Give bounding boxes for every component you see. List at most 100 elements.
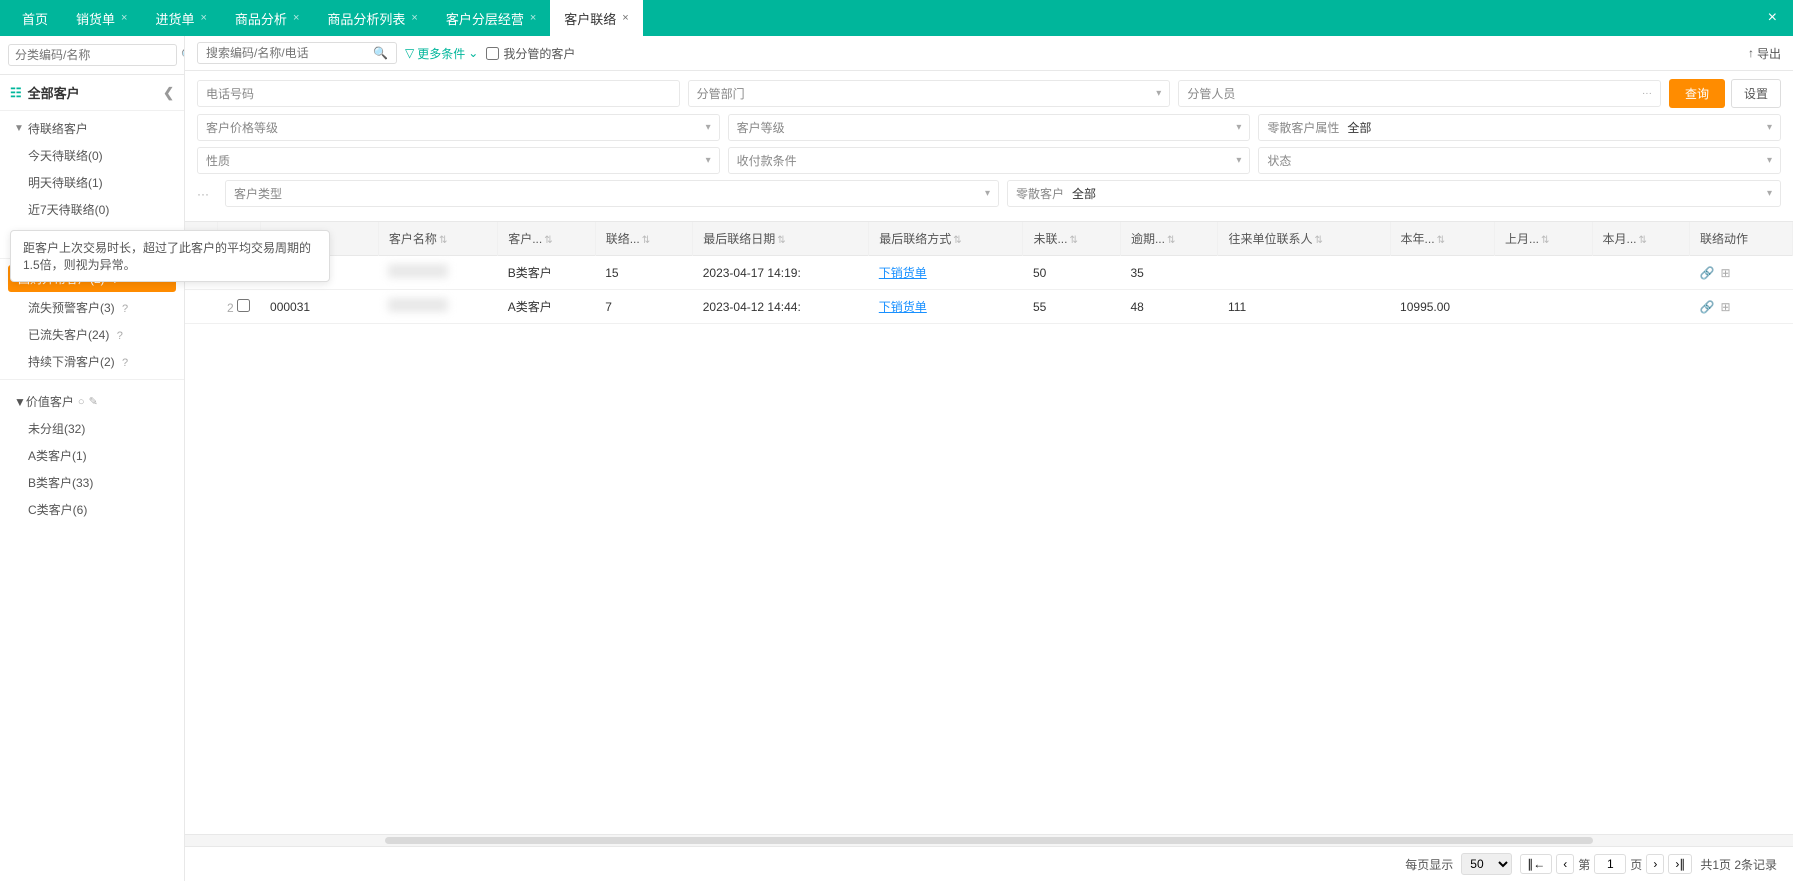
page-input[interactable] (1594, 854, 1626, 874)
sidebar-item-ungroup[interactable]: 未分组(32) (0, 415, 184, 442)
my-customers-checkbox[interactable] (486, 47, 499, 60)
filter-nature: 性质 ▾ (197, 147, 720, 174)
export-button[interactable]: ↑ 导出 (1748, 45, 1781, 62)
last-page-button[interactable]: ›∥ (1668, 854, 1692, 874)
sidebar-value-group-header[interactable]: ▼ 价值客户 ○ ✎ (0, 388, 184, 415)
arrow-down-icon: ▼ (14, 395, 26, 409)
filter-retail-attr: 零散客户属性 全部 ▾ (1258, 114, 1781, 141)
tooltip-box: 距客户上次交易时长，超过了此客户的平均交易周期的1.5倍，则视为异常。 (10, 230, 185, 282)
window-close-button[interactable]: × (1760, 9, 1785, 27)
filter-row-1: 电话号码 分管部门 ▾ 分管人员 ··· 查询 设置 (197, 79, 1781, 108)
sidebar-item-churned[interactable]: 已流失客户(24) ? (0, 321, 184, 348)
prev-page-button[interactable]: ‹ (1556, 854, 1574, 874)
nav-home[interactable]: 首页 (8, 0, 62, 36)
chevron-down-icon: ▾ (1767, 188, 1772, 199)
sidebar-item-today[interactable]: 今天待联络(0) (0, 142, 184, 169)
close-icon[interactable]: × (530, 12, 536, 24)
data-table-wrapper: ⚙ 客户编码⇅ 客户名称⇅ 客户...⇅ (185, 222, 1793, 834)
chevron-down-icon: ▾ (985, 188, 990, 199)
sidebar-item-c-class[interactable]: C类客户(6) (0, 496, 184, 523)
table-col-last-date[interactable]: 最后联络日期⇅ (693, 222, 869, 256)
chevron-down-icon: ▾ (1236, 155, 1241, 166)
sidebar-all-customers-header: ☷ 全部客户 ❮ (0, 75, 184, 111)
sort-icon: ⇅ (1069, 235, 1077, 246)
filter-customer-grade: 客户等级 ▾ (728, 114, 1251, 141)
cell-name (378, 256, 497, 290)
more-conditions-button[interactable]: ▽ 更多条件 ⌄ (405, 45, 478, 62)
close-icon[interactable]: × (293, 12, 299, 24)
page-nav: ∥← ‹ 第 页 › ›∥ (1520, 854, 1692, 874)
table-col-last-month[interactable]: 上月...⇅ (1495, 222, 1593, 256)
nav-customer-tier[interactable]: 客户分层经营 × (432, 0, 550, 36)
cell-actions: 🔗 ⊞ (1690, 256, 1793, 290)
cell-last-month (1495, 256, 1593, 290)
sort-icon: ⇅ (544, 235, 552, 246)
row-checkbox[interactable] (237, 299, 250, 312)
content-area: 🔍 ▽ 更多条件 ⌄ 我分管的客户 ↑ 导出 电话号码 (185, 36, 1793, 881)
close-icon[interactable]: × (622, 12, 628, 24)
export-icon: ↑ (1748, 46, 1754, 60)
link-icon[interactable]: 🔗 (1700, 300, 1715, 314)
phone-input[interactable] (258, 87, 671, 101)
info-icon: ? (122, 357, 128, 369)
table-col-last-method[interactable]: 最后联络方式⇅ (869, 222, 1023, 256)
link-icon[interactable]: 🔗 (1700, 266, 1715, 280)
table-col-overdue[interactable]: 逾期...⇅ (1120, 222, 1218, 256)
search-input[interactable] (206, 46, 373, 60)
close-icon[interactable]: × (411, 12, 417, 24)
next-page-button[interactable]: › (1646, 854, 1664, 874)
sort-icon: ⇅ (439, 235, 447, 246)
table-col-uncontacted[interactable]: 未联...⇅ (1023, 222, 1121, 256)
table-col-contact-count[interactable]: 联络...⇅ (595, 222, 693, 256)
first-page-button[interactable]: ∥← (1520, 854, 1552, 874)
filter-row-2: 客户价格等级 ▾ 客户等级 ▾ 零散客户属性 全部 ▾ (197, 114, 1781, 141)
my-customers-checkbox-label[interactable]: 我分管的客户 (486, 45, 575, 62)
close-icon[interactable]: × (200, 12, 206, 24)
sidebar-item-declining[interactable]: 持续下滑客户(2) ? (0, 348, 184, 375)
sidebar-item-b-class[interactable]: B类客户(33) (0, 469, 184, 496)
cell-last-date: 2023-04-17 14:19: (693, 256, 869, 290)
scrollbar-thumb[interactable] (385, 837, 1593, 844)
nav-purchase[interactable]: 进货单 × (141, 0, 220, 36)
filter-dept: 分管部门 ▾ (688, 80, 1171, 107)
collapse-icon[interactable]: ❮ (163, 85, 174, 101)
sidebar-search-input[interactable] (8, 44, 177, 66)
table-horizontal-scrollbar[interactable] (185, 834, 1793, 846)
nav-product-analysis[interactable]: 商品分析 × (221, 0, 313, 36)
circle-icon: ○ (78, 396, 85, 408)
table-col-unit-contact[interactable]: 往来单位联系人⇅ (1218, 222, 1390, 256)
close-icon[interactable]: × (121, 12, 127, 24)
sidebar-item-tomorrow[interactable]: 明天待联络(1) (0, 169, 184, 196)
cell-unit-contact (1218, 256, 1390, 290)
table-col-action: 联络动作 (1690, 222, 1793, 256)
chevron-down-icon: ▾ (1767, 155, 1772, 166)
filter-payment: 收付款条件 ▾ (728, 147, 1251, 174)
grid-action-icon[interactable]: ⊞ (1720, 266, 1730, 280)
sidebar-group-pending-header[interactable]: ▼ 待联络客户 (0, 115, 184, 142)
filter-retail-customer: 零散客户 全部 ▾ (1007, 180, 1781, 207)
table-col-name[interactable]: 客户名称⇅ (378, 222, 497, 256)
edit-icon[interactable]: ✎ (89, 395, 98, 408)
cell-this-month (1592, 290, 1690, 324)
cell-code: 000031 (260, 290, 378, 324)
chevron-down-icon: ▾ (1236, 122, 1241, 133)
ellipsis-icon[interactable]: ··· (1642, 88, 1652, 99)
query-button[interactable]: 查询 (1669, 79, 1725, 108)
sidebar-item-churn-warning[interactable]: 流失预警客户(3) ? (0, 294, 184, 321)
nav-customer-contact[interactable]: 客户联络 × (550, 0, 642, 36)
settings-button[interactable]: 设置 (1731, 79, 1781, 108)
search-icon[interactable]: 🔍 (373, 46, 388, 60)
sidebar-item-a-class[interactable]: A类客户(1) (0, 442, 184, 469)
nav-sales[interactable]: 销货单 × (62, 0, 141, 36)
table-col-this-year[interactable]: 本年...⇅ (1390, 222, 1494, 256)
grid-action-icon[interactable]: ⊞ (1720, 300, 1730, 314)
per-page-select[interactable]: 50 20 100 (1461, 853, 1512, 875)
nav-product-analysis-list[interactable]: 商品分析列表 × (313, 0, 431, 36)
table-col-type[interactable]: 客户...⇅ (498, 222, 596, 256)
table-col-this-month[interactable]: 本月...⇅ (1592, 222, 1690, 256)
sort-icon: ⇅ (1639, 235, 1647, 246)
cell-this-year: 10995.00 (1390, 290, 1494, 324)
sidebar-item-7days[interactable]: 近7天待联络(0) (0, 196, 184, 223)
sort-icon: ⇅ (953, 235, 961, 246)
filter-ellipsis[interactable]: ··· (197, 187, 209, 201)
